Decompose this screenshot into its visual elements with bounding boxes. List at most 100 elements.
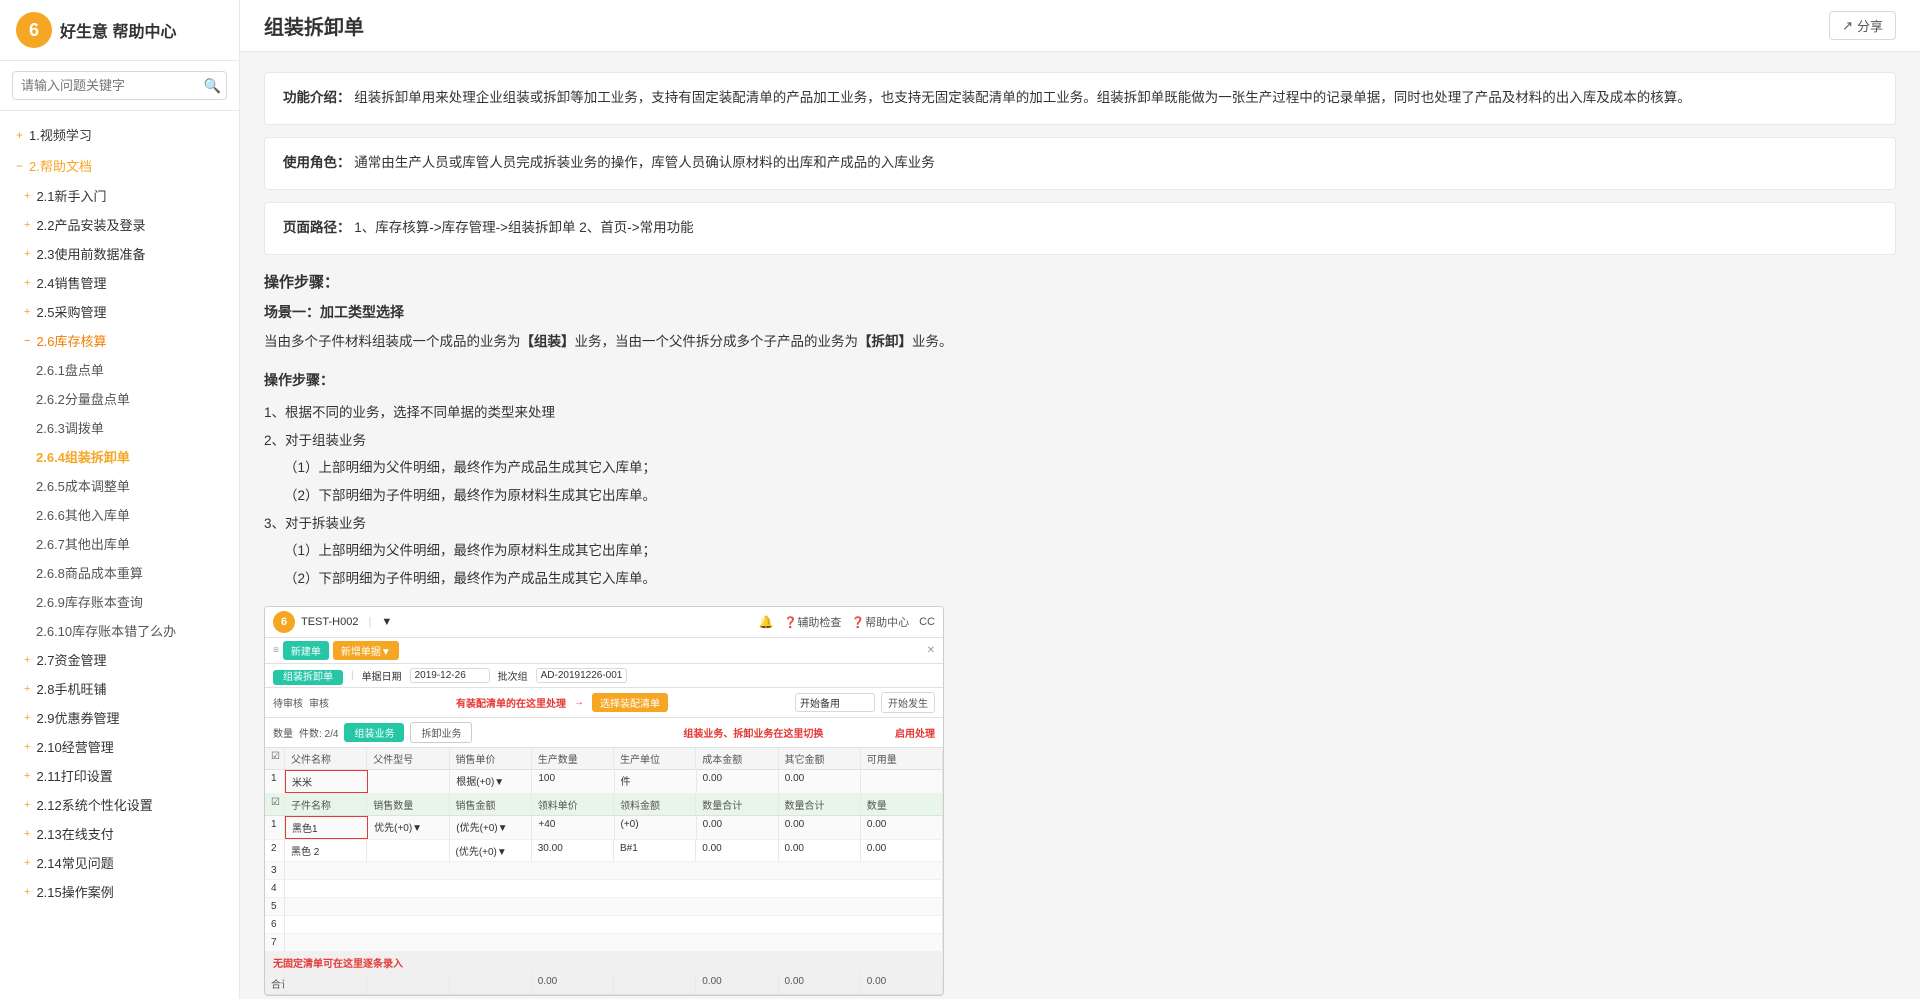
mock-batch-input[interactable]: AD-20191226-001: [536, 668, 628, 683]
sidebar-item-2-2[interactable]: + 2.2产品安装及登录: [0, 210, 239, 239]
mock-tab-bar: ≡ 新建单 新增单据▼ ✕: [265, 638, 943, 664]
mock-child-row1-total2: 0.00: [779, 816, 861, 839]
mock-col-parent-qty: 生产数量: [532, 748, 614, 769]
mock-footer-qty2: 0.00: [696, 973, 778, 994]
mock-app-bar: 6 TEST-H002 | ▼ 🔔 ❓辅助检查 ❓帮助中心 CC: [265, 607, 943, 638]
mock-col-parent-other: 其它金额: [779, 748, 861, 769]
mock-col-parent-avail: 可用量: [861, 748, 943, 769]
plus-icon-2-11: +: [24, 770, 30, 782]
mock-dropdown: ▼: [381, 616, 392, 628]
mock-date-input[interactable]: 2019-12-26: [410, 668, 490, 683]
plus-icon-2-14: +: [24, 857, 30, 869]
mock-parent-avail-val: [861, 770, 943, 793]
mock-child-row-2: 2 黑色 2 (优先(+0)▼ 30.00 B#1 0.00 0.00 0.00: [265, 840, 943, 862]
mock-footer-label: 合计: [265, 973, 285, 994]
mock-nav-icon: ≡: [273, 645, 279, 656]
sidebar-leaf-2-6-6[interactable]: 2.6.6其他入库单: [0, 500, 239, 529]
sidebar-leaf-2-6-1[interactable]: 2.6.1盘点单: [0, 355, 239, 384]
sidebar-label-2-12: 2.12系统个性化设置: [36, 795, 152, 814]
step3-sub1: （1）上部明细为父件明细，最终作为原材料生成其它出库单；: [284, 538, 1896, 564]
mock-col-parent-cost: 成本金额: [696, 748, 778, 769]
sidebar-item-2-3[interactable]: + 2.3使用前数据准备: [0, 239, 239, 268]
mock-child-row6-num: 6: [265, 916, 285, 933]
mock-child-row2-name: 黑色 2: [285, 840, 367, 861]
sidebar-item-2-6[interactable]: − 2.6库存核算: [0, 326, 239, 355]
mock-row-num: 1: [265, 770, 285, 793]
sidebar-item-2-10[interactable]: + 2.10经营管理: [0, 732, 239, 761]
step2-sub1: （1）上部明细为父件明细，最终作为产成品生成其它入库单；: [284, 455, 1896, 481]
mock-type-label: 数量: [273, 725, 293, 740]
sidebar-leaf-2-6-5[interactable]: 2.6.5成本调整单: [0, 471, 239, 500]
sidebar-label-2-1: 2.1新手入门: [36, 186, 106, 205]
sidebar-item-2-7[interactable]: + 2.7资金管理: [0, 645, 239, 674]
sidebar-item-2-12[interactable]: + 2.12系统个性化设置: [0, 790, 239, 819]
mock-footer-qty4: 0.00: [861, 973, 943, 994]
sidebar-label-2-10: 2.10经营管理: [36, 737, 113, 756]
mock-tab-assembly[interactable]: 组装拆卸单: [273, 668, 343, 683]
mock-assembly-type-tab[interactable]: 组装业务: [344, 723, 404, 742]
sidebar-item-2-11[interactable]: + 2.11打印设置: [0, 761, 239, 790]
sidebar-item-2-13[interactable]: + 2.13在线支付: [0, 819, 239, 848]
mock-select-bom-btn[interactable]: 选择装配清单: [592, 693, 668, 712]
scenario1-title: 场景一：加工类型选择: [264, 302, 1896, 322]
function-intro-text: 组装拆卸单用来处理企业组装或拆卸等加工业务，支持有固定装配清单的产品加工业务，也…: [354, 90, 1691, 105]
mock-tab-active[interactable]: 新建单: [283, 641, 329, 660]
search-button[interactable]: 🔍: [204, 77, 221, 94]
sidebar-item-2-9[interactable]: + 2.9优惠券管理: [0, 703, 239, 732]
sidebar-item-2-1[interactable]: + 2.1新手入门: [0, 181, 239, 210]
mock-child-row2-amount: (优先(+0)▼: [450, 840, 532, 861]
mock-start-btn[interactable]: 开始发生: [881, 692, 935, 713]
sidebar-leaf-2-6-2[interactable]: 2.6.2分量盘点单: [0, 384, 239, 413]
mock-arrow-right: →: [574, 697, 584, 708]
mock-child-row2-total1: 0.00: [696, 840, 778, 861]
content-area: 功能介绍： 组装拆卸单用来处理企业组装或拆卸等加工业务，支持有固定装配清单的产品…: [240, 52, 1920, 999]
scenario1-desc: 当由多个子件材料组装成一个成品的业务为【组装】业务，当由一个父件拆分成多个子产品…: [264, 330, 1896, 354]
sidebar-item-docs[interactable]: − 2.帮助文档: [0, 150, 239, 181]
mock-col-parent-price: 销售单价: [450, 748, 532, 769]
screenshot-container: 6 TEST-H002 | ▼ 🔔 ❓辅助检查 ❓帮助中心 CC ≡ 新建单 新…: [264, 606, 944, 996]
mock-child-row2-qty: [367, 840, 449, 861]
mock-child-row4-empty: [285, 880, 943, 897]
function-intro-block: 功能介绍： 组装拆卸单用来处理企业组装或拆卸等加工业务，支持有固定装配清单的产品…: [264, 72, 1896, 125]
mock-disassembly-type-tab[interactable]: 拆卸业务: [410, 722, 472, 743]
mock-child-col-price: 领料单价: [532, 794, 614, 815]
mock-assembly-tab[interactable]: 组装拆卸单: [273, 670, 343, 685]
mock-parent-other-val: 0.00: [779, 770, 861, 793]
sidebar-label-2-15: 2.15操作案例: [36, 882, 113, 901]
search-input[interactable]: [12, 71, 227, 100]
mock-parent-row-1: 1 米米 根据(+0)▼ 100 件 0.00 0.00: [265, 770, 943, 794]
plus-icon-2-7: +: [24, 654, 30, 666]
sidebar-label-2-13: 2.13在线支付: [36, 824, 113, 843]
mock-child-row-1: 1 黑色1 优先(+0)▼ (优先(+0)▼ +40 (+0) 0.00 0.0…: [265, 816, 943, 840]
share-button[interactable]: ↗ 分享: [1829, 11, 1896, 40]
mock-annotation-type: 组装业务、拆卸业务在这里切换: [683, 725, 823, 740]
sidebar-item-video[interactable]: + 1.视频学习: [0, 119, 239, 150]
sidebar-leaf-2-6-4[interactable]: 2.6.4组装拆卸单: [0, 442, 239, 471]
mock-footer-qty3: 0.00: [779, 973, 861, 994]
sidebar-leaf-2-6-7[interactable]: 2.6.7其他出库单: [0, 529, 239, 558]
sidebar-item-video-label: 1.视频学习: [29, 125, 92, 144]
mock-user: CC: [919, 616, 935, 628]
mock-form-header: 组装拆卸单 | 单据日期 2019-12-26 批次组 AD-20191226-…: [265, 664, 943, 688]
sidebar-leaf-2-6-3[interactable]: 2.6.3调拨单: [0, 413, 239, 442]
sidebar-leaf-2-6-9[interactable]: 2.6.9库存账本查询: [0, 587, 239, 616]
sidebar-leaf-2-6-10[interactable]: 2.6.10库存账本错了么办: [0, 616, 239, 645]
role-label: 使用角色：: [283, 155, 351, 170]
plus-icon: +: [16, 128, 23, 142]
mock-child-col-name: 子件名称: [285, 794, 367, 815]
plus-icon-2-9: +: [24, 712, 30, 724]
mock-child-row2-num: 2: [265, 840, 285, 861]
mock-footer-empty2: [367, 973, 449, 994]
mock-child-col-qty: 销售数量: [367, 794, 449, 815]
sidebar-item-2-15[interactable]: + 2.15操作案例: [0, 877, 239, 906]
mock-new-btn[interactable]: 新增单据▼: [333, 641, 399, 660]
mock-stock-input[interactable]: 开始备用: [795, 693, 875, 712]
sidebar-leaf-2-6-8[interactable]: 2.6.8商品成本重算: [0, 558, 239, 587]
sidebar-item-2-8[interactable]: + 2.8手机旺铺: [0, 674, 239, 703]
step2: 2、对于组装业务: [264, 428, 1896, 454]
sidebar-item-2-4[interactable]: + 2.4销售管理: [0, 268, 239, 297]
mock-child-col-num: 数量: [861, 794, 943, 815]
sidebar-item-2-14[interactable]: + 2.14常见问题: [0, 848, 239, 877]
sidebar-item-2-5[interactable]: + 2.5采购管理: [0, 297, 239, 326]
plus-icon-2-13: +: [24, 828, 30, 840]
